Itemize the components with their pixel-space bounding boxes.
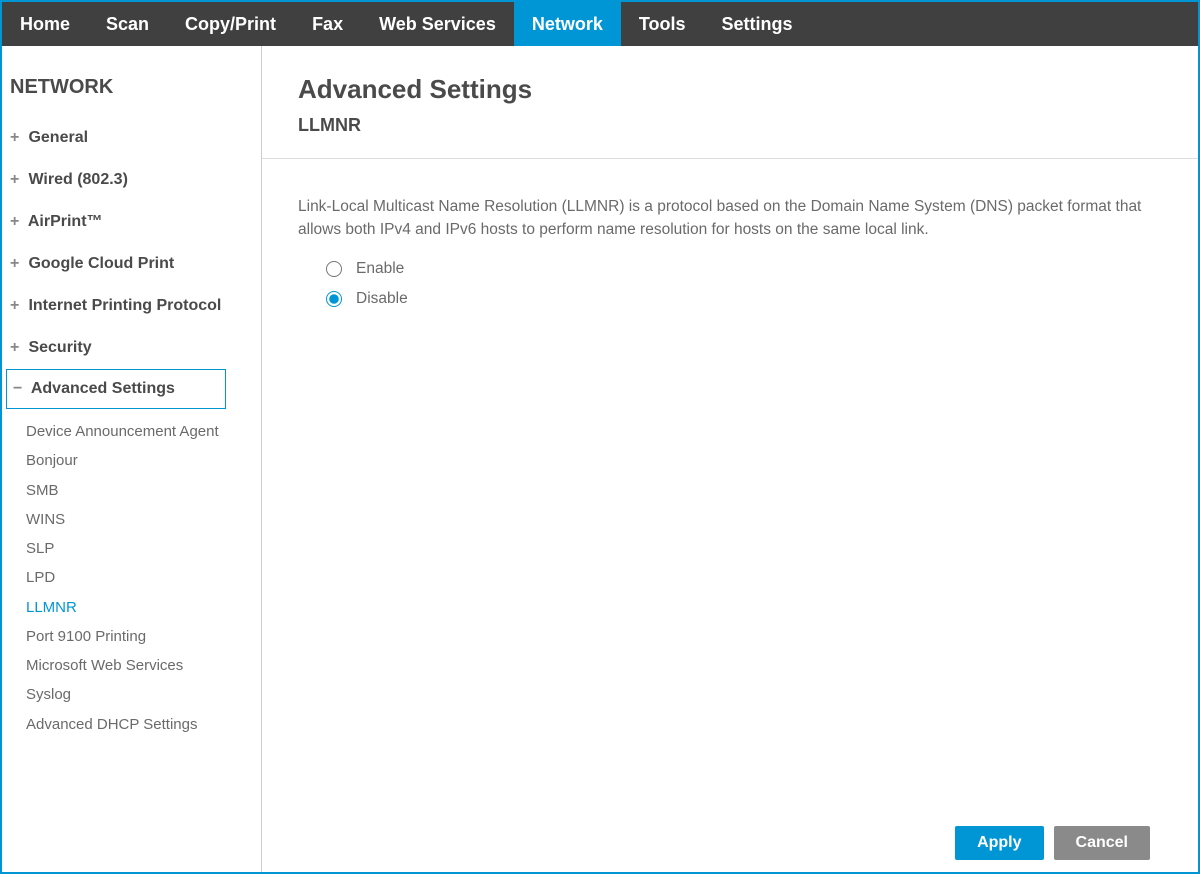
radio-disable[interactable] [326,291,342,307]
expand-icon: + [10,297,24,315]
side-group-label: Internet Printing Protocol [24,297,221,314]
side-group-toggle[interactable]: − Advanced Settings [13,380,219,398]
page-title: Advanced Settings [298,74,1162,105]
llmnr-description: Link-Local Multicast Name Resolution (LL… [298,195,1162,242]
side-group-label: Wired (802.3) [24,171,128,188]
expand-icon: + [10,255,24,273]
nav-tab-copy-print[interactable]: Copy/Print [167,2,294,46]
main-header: Advanced Settings LLMNR [262,46,1198,159]
side-group-toggle[interactable]: + General [10,129,253,147]
side-item-advanced-dhcp-settings[interactable]: Advanced DHCP Settings [26,710,257,739]
collapse-icon: − [13,380,27,398]
side-group-label: General [24,129,88,146]
nav-tab-settings[interactable]: Settings [704,2,811,46]
expand-icon: + [10,129,24,147]
side-group-toggle[interactable]: + Security [10,339,253,357]
side-group-advanced-settings: − Advanced Settings [6,369,226,409]
llmnr-radio-group: Enable Disable [298,260,1162,320]
apply-button[interactable]: Apply [955,826,1043,860]
nav-tab-tools[interactable]: Tools [621,2,704,46]
nav-tab-scan[interactable]: Scan [88,2,167,46]
side-item-slp[interactable]: SLP [26,534,257,563]
side-group-internet-printing-protocol: + Internet Printing Protocol [2,285,261,327]
nav-tab-web-services[interactable]: Web Services [361,2,514,46]
side-group-label: Advanced Settings [27,380,175,397]
expand-icon: + [10,171,24,189]
radio-disable-label[interactable]: Disable [356,290,408,308]
side-group-toggle[interactable]: + Internet Printing Protocol [10,297,253,315]
side-group-general: + General [2,117,261,159]
side-item-microsoft-web-services[interactable]: Microsoft Web Services [26,651,257,680]
side-group-label: AirPrint™ [24,213,103,230]
nav-tab-network[interactable]: Network [514,2,621,46]
radio-enable[interactable] [326,261,342,277]
footer-buttons: Apply Cancel [298,826,1162,872]
side-group-toggle[interactable]: + Wired (802.3) [10,171,253,189]
side-group-airprint-: + AirPrint™ [2,201,261,243]
expand-icon: + [10,339,24,357]
side-item-syslog[interactable]: Syslog [26,680,257,709]
top-nav: HomeScanCopy/PrintFaxWeb ServicesNetwork… [2,2,1198,46]
side-group-wired-802-3-: + Wired (802.3) [2,159,261,201]
sidebar-title: NETWORK [2,76,261,117]
side-item-device-announcement-agent[interactable]: Device Announcement Agent [26,417,257,446]
nav-tab-fax[interactable]: Fax [294,2,361,46]
side-item-llmnr[interactable]: LLMNR [26,593,257,622]
sidebar: NETWORK + General+ Wired (802.3)+ AirPri… [2,46,262,872]
side-group-toggle[interactable]: + Google Cloud Print [10,255,253,273]
expand-icon: + [10,213,24,231]
side-item-wins[interactable]: WINS [26,505,257,534]
nav-tab-home[interactable]: Home [2,2,88,46]
side-item-bonjour[interactable]: Bonjour [26,446,257,475]
radio-row-enable: Enable [326,260,1162,278]
radio-enable-label[interactable]: Enable [356,260,404,278]
side-item-lpd[interactable]: LPD [26,563,257,592]
side-item-smb[interactable]: SMB [26,476,257,505]
cancel-button[interactable]: Cancel [1054,826,1150,860]
side-group-label: Google Cloud Print [24,255,174,272]
page-subtitle: LLMNR [298,115,1162,136]
side-group-toggle[interactable]: + AirPrint™ [10,213,253,231]
side-item-port-9100-printing[interactable]: Port 9100 Printing [26,622,257,651]
side-sublist: Device Announcement AgentBonjourSMBWINSS… [2,409,261,739]
side-group-security: + Security [2,327,261,369]
side-group-label: Security [24,339,92,356]
main-panel: Advanced Settings LLMNR Link-Local Multi… [262,46,1198,872]
radio-row-disable: Disable [326,290,1162,308]
side-group-google-cloud-print: + Google Cloud Print [2,243,261,285]
